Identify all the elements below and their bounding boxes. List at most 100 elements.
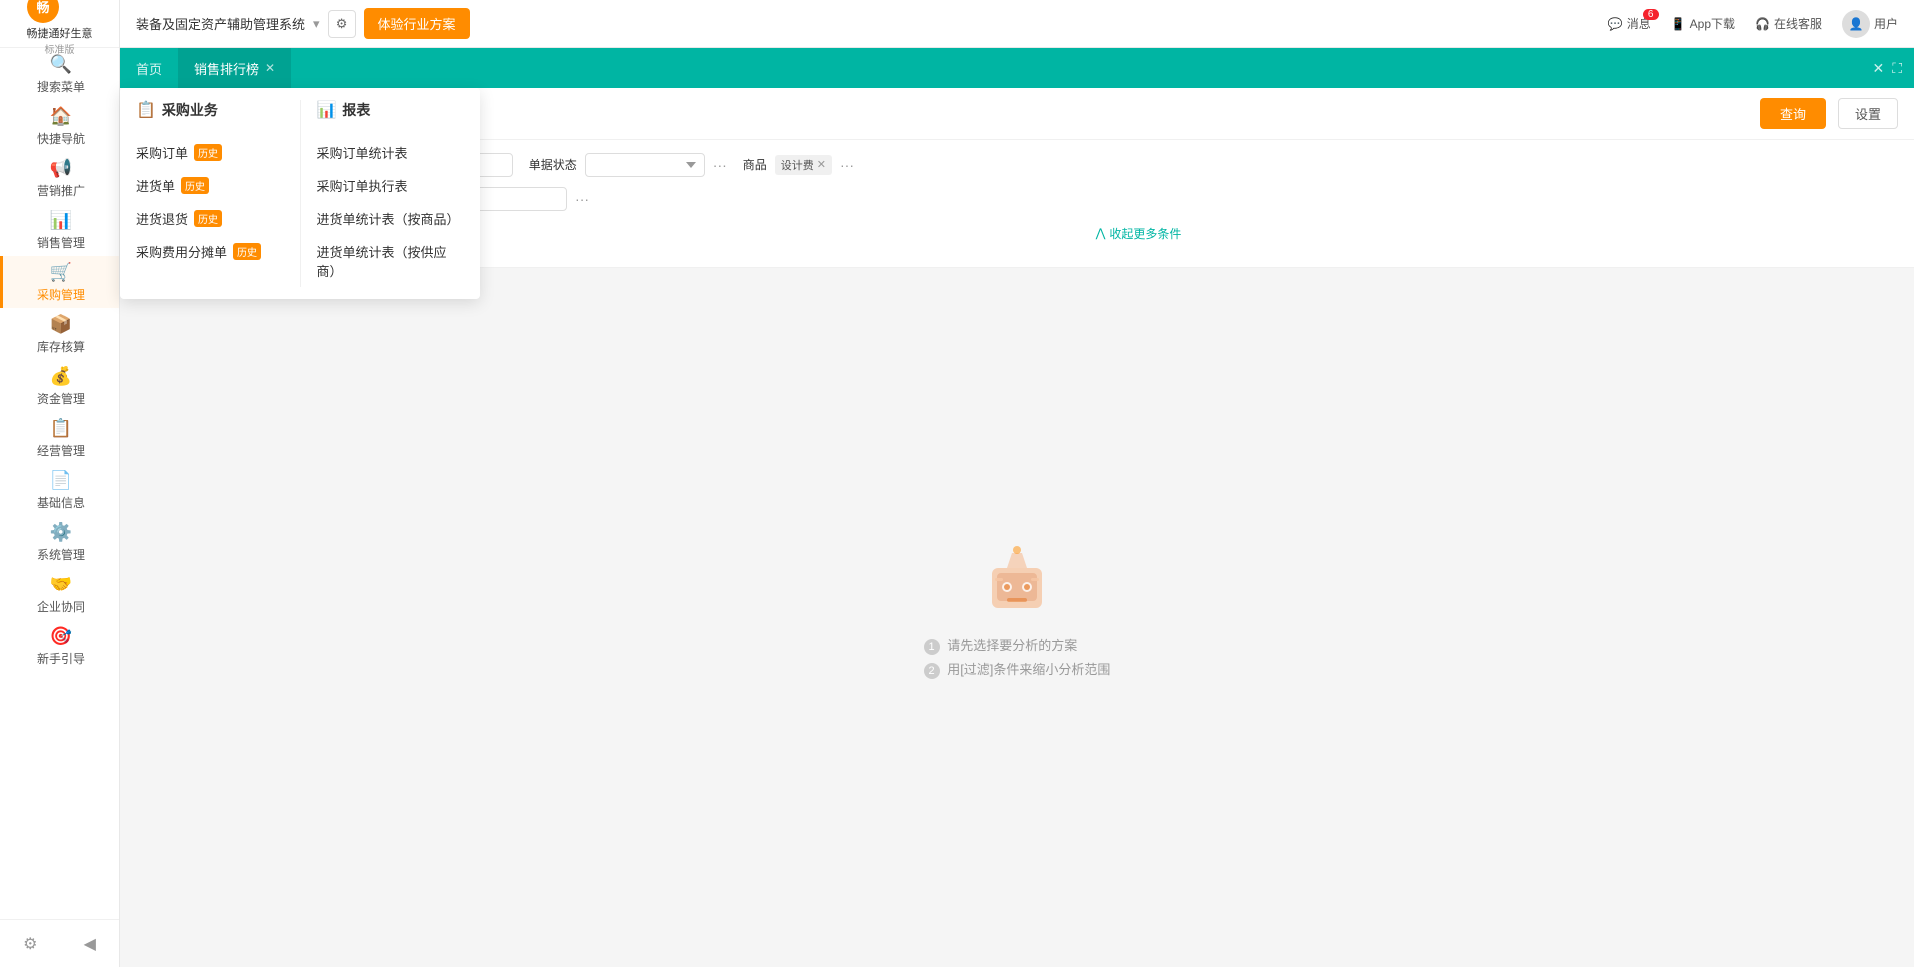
collapse-sidebar-btn[interactable]: ◀ [84, 934, 96, 954]
sidebar-item-marketing[interactable]: 📢 营销推广 [0, 152, 119, 204]
settings-bottom-btn[interactable]: ⚙ [23, 934, 37, 954]
user-area[interactable]: 👤 用户 [1842, 10, 1898, 38]
doc-status-label: 单据状态 [529, 156, 577, 173]
sidebar-label-system: 系统管理 [37, 546, 85, 563]
system-icon: ⚙️ [50, 522, 72, 543]
reports-col-icon: 📊 [317, 100, 337, 120]
operations-icon: 📋 [50, 418, 72, 439]
app-download-label: App下载 [1690, 15, 1735, 32]
finance-icon: 💰 [50, 366, 72, 387]
messages-btn[interactable]: 💬 消息 6 [1608, 15, 1651, 32]
sidebar-item-guide[interactable]: 🎯 新手引导 [0, 620, 119, 672]
sidebar-item-enterprise[interactable]: 🤝 企业协同 [0, 568, 119, 620]
sidebar-label-guide: 新手引导 [37, 650, 85, 667]
collapse-btn[interactable]: ⋀ 收起更多条件 [1096, 225, 1182, 242]
setting-btn[interactable]: 设置 [1838, 98, 1898, 129]
history-tag-2: 历史 [194, 210, 222, 227]
salesperson-more-btn[interactable]: ··· [575, 191, 589, 207]
online-service-label: 在线客服 [1774, 15, 1822, 32]
sidebar-item-inventory[interactable]: 📦 库存核算 [0, 308, 119, 360]
dropdown-item-purchase-order[interactable]: 采购订单 历史 [136, 136, 284, 169]
header-right: 💬 消息 6 📱 App下载 🎧 在线客服 👤 用户 [1608, 10, 1898, 38]
dropdown-item-incoming-by-goods-label: 进货单统计表（按商品） [317, 209, 460, 228]
logo-icon: 畅 [27, 0, 59, 23]
dropdown-item-expense[interactable]: 采购费用分摊单 历史 [136, 235, 284, 268]
sidebar-item-basic-info[interactable]: 📄 基础信息 [0, 464, 119, 516]
headset-icon: 🎧 [1755, 17, 1770, 31]
sidebar-label-basic-info: 基础信息 [37, 494, 85, 511]
system-title-dropdown-icon[interactable]: ▾ [313, 16, 320, 32]
business-col-title: 采购业务 [162, 100, 218, 120]
industry-btn[interactable]: 体验行业方案 [364, 8, 470, 39]
online-service-btn[interactable]: 🎧 在线客服 [1755, 15, 1822, 32]
sidebar-item-operations[interactable]: 📋 经营管理 [0, 412, 119, 464]
sidebar-logo: 畅 畅捷通好生意 标准版 [0, 0, 119, 48]
dropdown-item-expense-label: 采购费用分摊单 [136, 242, 227, 261]
app-download-btn[interactable]: 📱 App下载 [1671, 15, 1735, 32]
sidebar-item-system[interactable]: ⚙️ 系统管理 [0, 516, 119, 568]
tip-number-1: 1 [924, 639, 940, 655]
sidebar-item-purchase[interactable]: 🛒 采购管理 [0, 256, 119, 308]
tab-close-btn[interactable]: ✕ [265, 61, 275, 75]
user-label: 用户 [1874, 15, 1898, 32]
tab-home[interactable]: 首页 [120, 48, 178, 88]
goods-filter: 商品 设计费 ✕ ··· [743, 155, 854, 175]
sidebar: 畅 畅捷通好生意 标准版 🔍 搜索菜单 🏠 快捷导航 📢 营销推广 📊 销售管理… [0, 0, 120, 967]
dropdown-item-purchase-order-label: 采购订单 [136, 143, 188, 162]
sidebar-item-search[interactable]: 🔍 搜索菜单 [0, 48, 119, 100]
sidebar-label-inventory: 库存核算 [37, 338, 85, 355]
dropdown-item-order-exec-label: 采购订单执行表 [317, 176, 408, 195]
dropdown-reports-header: 📊 报表 [317, 100, 465, 126]
empty-tip-1: 1 请先选择要分析的方案 [924, 635, 1111, 655]
dropdown-item-incoming-by-goods[interactable]: 进货单统计表（按商品） [317, 202, 465, 235]
sidebar-item-sales[interactable]: 📊 销售管理 [0, 204, 119, 256]
home-icon: 🏠 [50, 106, 72, 127]
sidebar-item-finance[interactable]: 💰 资金管理 [0, 360, 119, 412]
history-tag-0: 历史 [194, 144, 222, 161]
sidebar-bottom: ⚙ ◀ [0, 919, 119, 967]
dropdown-item-incoming[interactable]: 进货单 历史 [136, 169, 284, 202]
guide-icon: 🎯 [50, 626, 72, 647]
goods-tag-close[interactable]: ✕ [817, 158, 826, 171]
goods-more-btn[interactable]: ··· [840, 157, 854, 173]
dropdown-item-return[interactable]: 进货退货 历史 [136, 202, 284, 235]
sidebar-label-purchase: 采购管理 [37, 286, 85, 303]
sales-icon: 📊 [50, 210, 72, 231]
dropdown-col-reports: 📊 报表 采购订单统计表 采购订单执行表 进货单统计表（按商品） 进货单统计表（… [300, 100, 481, 287]
system-title-area: 装备及固定资产辅助管理系统 ▾ ⚙ 体验行业方案 [136, 8, 1608, 39]
svg-text:畅: 畅 [36, 0, 49, 15]
purchase-dropdown-menu: 📋 采购业务 采购订单 历史 进货单 历史 进货退货 历史 采购费用分摊单 历史 [120, 88, 480, 299]
phone-icon: 📱 [1671, 17, 1686, 31]
dropdown-business-header: 📋 采购业务 [136, 100, 284, 126]
tab-sales-rank-label: 销售排行榜 [194, 59, 259, 78]
sidebar-label-sales: 销售管理 [37, 234, 85, 251]
system-title: 装备及固定资产辅助管理系统 [136, 14, 305, 33]
dropdown-item-order-stat-label: 采购订单统计表 [317, 143, 408, 162]
dropdown-item-order-exec[interactable]: 采购订单执行表 [317, 169, 465, 202]
dropdown-item-incoming-by-supplier[interactable]: 进货单统计表（按供应商） [317, 235, 465, 287]
sidebar-item-quick-nav[interactable]: 🏠 快捷导航 [0, 100, 119, 152]
sidebar-nav: 🔍 搜索菜单 🏠 快捷导航 📢 营销推广 📊 销售管理 🛒 采购管理 📦 库存核… [0, 48, 119, 919]
tab-sales-rank[interactable]: 销售排行榜 ✕ [178, 48, 291, 88]
business-col-icon: 📋 [136, 100, 156, 120]
purchase-icon: 🛒 [50, 262, 72, 283]
inventory-icon: 📦 [50, 314, 72, 335]
doc-status-select[interactable] [585, 153, 705, 177]
tab-maximize-icon[interactable]: ⛶ [1892, 60, 1902, 77]
dropdown-item-incoming-by-supplier-label: 进货单统计表（按供应商） [317, 242, 465, 280]
goods-tag-text: 设计费 [781, 157, 814, 173]
history-tag-3: 历史 [233, 243, 261, 260]
user-avatar: 👤 [1842, 10, 1870, 38]
tab-bar: 首页 销售排行榜 ✕ ✕ ⛶ [120, 48, 1914, 88]
gear-settings-btn[interactable]: ⚙ [328, 10, 356, 38]
empty-state: 1 请先选择要分析的方案 2 用[过滤]条件来缩小分析范围 [120, 268, 1914, 947]
sidebar-label-quick-nav: 快捷导航 [37, 130, 85, 147]
dropdown-item-incoming-label: 进货单 [136, 176, 175, 195]
tab-close-window-icon[interactable]: ✕ [1872, 60, 1884, 77]
search-icon: 🔍 [50, 54, 72, 75]
doc-status-more-btn[interactable]: ··· [713, 157, 727, 173]
query-btn[interactable]: 查询 [1760, 98, 1826, 129]
dropdown-item-order-stat[interactable]: 采购订单统计表 [317, 136, 465, 169]
collapse-icon: ⋀ [1096, 226, 1106, 240]
collapse-label: 收起更多条件 [1109, 225, 1181, 242]
